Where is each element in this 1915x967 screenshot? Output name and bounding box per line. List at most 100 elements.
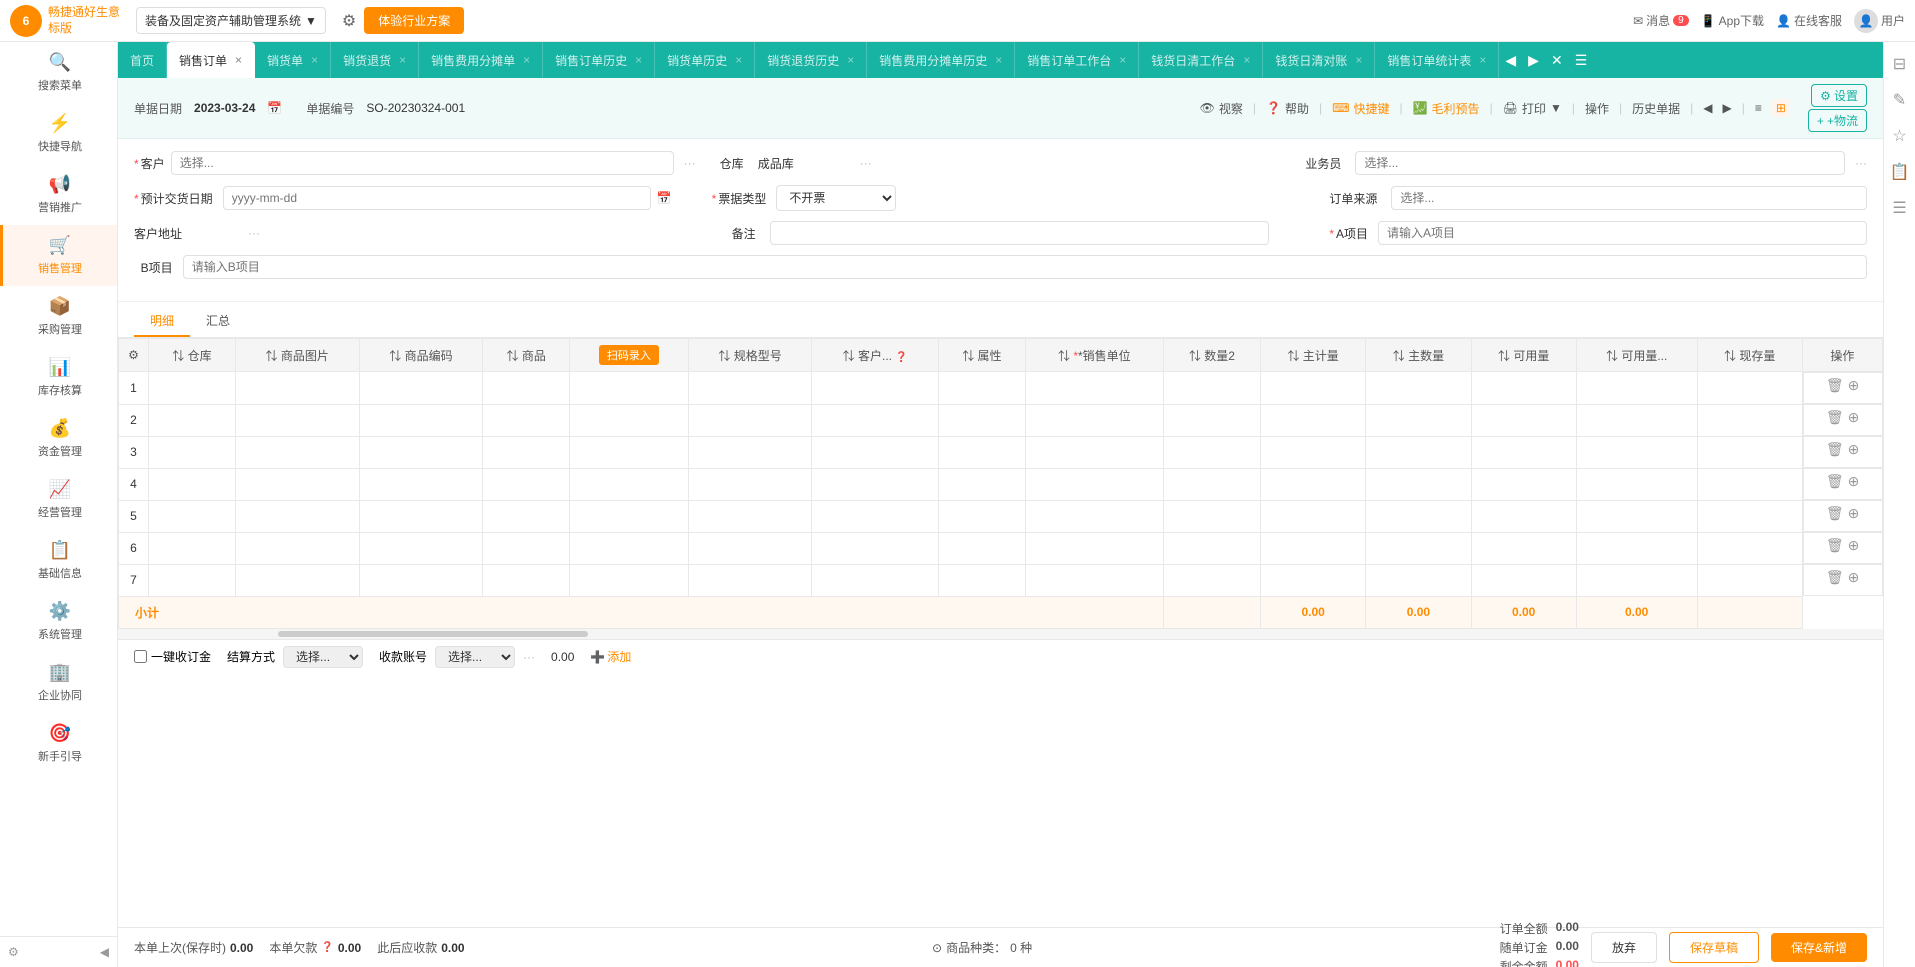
right-icon-3[interactable]: ☆	[1888, 122, 1910, 150]
right-icon-2[interactable]: ✎	[1889, 86, 1910, 114]
invoice-type-select[interactable]: 不开票	[776, 185, 896, 211]
a-project-input[interactable]	[1378, 221, 1867, 245]
tab-close-icon[interactable]: ×	[523, 53, 530, 67]
copy-icon[interactable]: ⊕	[1848, 569, 1860, 591]
tab-close-icon[interactable]: ×	[847, 53, 854, 67]
expected-date-input[interactable]	[223, 186, 651, 210]
right-icon-1[interactable]: ⊟	[1889, 50, 1910, 78]
copy-icon[interactable]: ⊕	[1848, 441, 1860, 463]
tab-close-icon[interactable]: ×	[235, 53, 242, 67]
save-new-button[interactable]: 保存&新增	[1771, 933, 1867, 962]
tab-sales-order-history[interactable]: 销售订单历史 ×	[543, 42, 655, 78]
sidebar-item-inventory[interactable]: 📊 库存核算	[0, 347, 117, 408]
tab-detail[interactable]: 明细	[134, 306, 190, 337]
tab-next-button[interactable]: ▶	[1522, 52, 1545, 69]
receipt-more-button[interactable]: ···	[523, 650, 535, 664]
help-button[interactable]: ❓ 帮助	[1266, 100, 1309, 117]
tab-sales-summary[interactable]: 销售订单统计表 ×	[1375, 42, 1499, 78]
sidebar-item-quicknav[interactable]: ⚡ 快捷导航	[0, 103, 117, 164]
tab-sales-fee-split[interactable]: 销售费用分摊单 ×	[419, 42, 543, 78]
sidebar-item-search[interactable]: 🔍 搜索菜单	[0, 42, 117, 103]
tab-cash-reconciliation[interactable]: 钱货日清对账 ×	[1263, 42, 1375, 78]
scroll-bar-area[interactable]	[118, 629, 1883, 639]
sidebar-item-operations[interactable]: 📈 经营管理	[0, 469, 117, 530]
date-picker-icon[interactable]: 📅	[657, 191, 672, 205]
settings-button[interactable]: ⚙ 设置	[1811, 84, 1867, 107]
profit-forecast-button[interactable]: 💹 毛利预告	[1413, 100, 1480, 117]
tab-close-icon[interactable]: ×	[399, 53, 406, 67]
salesperson-more-button[interactable]: ···	[1855, 156, 1867, 170]
tab-close-icon[interactable]: ×	[635, 53, 642, 67]
tab-close-icon[interactable]: ×	[995, 53, 1002, 67]
b-project-input[interactable]	[183, 255, 1867, 279]
app-download-button[interactable]: 📱 App下载	[1701, 12, 1764, 29]
col-settings[interactable]: ⚙	[119, 339, 149, 372]
system-title-selector[interactable]: 装备及固定资产辅助管理系统 ▼	[136, 7, 326, 34]
copy-icon[interactable]: ⊕	[1848, 409, 1860, 431]
tab-close-all-button[interactable]: ✕	[1545, 52, 1569, 69]
grid-view-button[interactable]: ≡	[1755, 101, 1762, 115]
tab-sales-fee-history[interactable]: 销售费用分摊单历史 ×	[867, 42, 1015, 78]
tab-cash-daily-workbench[interactable]: 钱货日清工作台 ×	[1139, 42, 1263, 78]
sidebar-item-sales[interactable]: 🛒 销售管理	[0, 225, 117, 286]
copy-icon[interactable]: ⊕	[1848, 473, 1860, 495]
tab-sales-return[interactable]: 销货单 ×	[255, 42, 331, 78]
full-view-button[interactable]: ⊞	[1772, 99, 1790, 117]
print-dropdown-icon[interactable]: ▼	[1550, 101, 1562, 115]
tab-close-icon[interactable]: ×	[311, 53, 318, 67]
save-draft-button[interactable]: 保存草稿	[1669, 932, 1759, 963]
delete-icon[interactable]: 🗑	[1826, 441, 1844, 463]
discard-button[interactable]: 放弃	[1591, 932, 1657, 963]
calendar-icon[interactable]: 📅	[267, 101, 282, 115]
right-icon-4[interactable]: 📋	[1886, 158, 1914, 186]
operations-button[interactable]: 操作	[1585, 100, 1609, 117]
tab-menu-button[interactable]: ☰	[1569, 52, 1594, 69]
view-button[interactable]: 👁 视察	[1200, 100, 1243, 117]
messages-button[interactable]: ✉ 消息 9	[1633, 12, 1689, 29]
delete-icon[interactable]: 🗑	[1826, 569, 1844, 591]
sidebar-item-guide[interactable]: 🎯 新手引导	[0, 713, 117, 774]
salesperson-input[interactable]	[1355, 151, 1845, 175]
shortcut-button[interactable]: ⌨ 快捷键	[1332, 100, 1389, 117]
customer-more-button[interactable]: ···	[684, 156, 696, 170]
user-menu-button[interactable]: 👤 用户	[1854, 9, 1905, 33]
tab-close-icon[interactable]: ×	[1119, 53, 1126, 67]
tab-close-icon[interactable]: ×	[1243, 53, 1250, 67]
sidebar-item-system[interactable]: ⚙️ 系统管理	[0, 591, 117, 652]
delete-icon[interactable]: 🗑	[1826, 537, 1844, 559]
sidebar-item-enterprise[interactable]: 🏢 企业协同	[0, 652, 117, 713]
next-record-button[interactable]: ▶	[1722, 101, 1731, 115]
prev-record-button[interactable]: ◀	[1703, 101, 1712, 115]
tab-home[interactable]: 首页	[118, 42, 167, 78]
delete-icon[interactable]: 🗑	[1826, 377, 1844, 399]
warehouse-more-button[interactable]: ···	[860, 156, 872, 170]
delete-icon[interactable]: 🗑	[1826, 505, 1844, 527]
customer-input[interactable]	[171, 151, 674, 175]
sidebar-item-basic[interactable]: 📋 基础信息	[0, 530, 117, 591]
tab-prev-button[interactable]: ◀	[1499, 52, 1522, 69]
tab-sales-return-history[interactable]: 销货单历史 ×	[655, 42, 755, 78]
order-source-input[interactable]	[1391, 186, 1867, 210]
tab-close-icon[interactable]: ×	[1355, 53, 1362, 67]
tab-close-icon[interactable]: ×	[1479, 53, 1486, 67]
sidebar-item-finance[interactable]: 💰 资金管理	[0, 408, 117, 469]
payment-method-select[interactable]: 选择...	[283, 646, 363, 668]
print-button[interactable]: 🖨 打印 ▼	[1503, 100, 1562, 117]
industry-solution-button[interactable]: 体验行业方案	[364, 7, 464, 34]
tab-sales-order-workbench[interactable]: 销售订单工作台 ×	[1015, 42, 1139, 78]
right-icon-5[interactable]: ☰	[1888, 194, 1910, 222]
history-button[interactable]: 历史单据	[1632, 100, 1680, 117]
copy-icon[interactable]: ⊕	[1848, 505, 1860, 527]
tab-summary[interactable]: 汇总	[190, 306, 246, 337]
copy-icon[interactable]: ⊕	[1848, 537, 1860, 559]
sidebar-collapse-icon[interactable]: ◀	[100, 945, 109, 959]
scan-button[interactable]: 扫码录入	[599, 345, 659, 365]
add-item-button[interactable]: + +物流	[1808, 109, 1867, 132]
tab-close-icon[interactable]: ×	[735, 53, 742, 67]
sidebar-item-marketing[interactable]: 📢 营销推广	[0, 164, 117, 225]
help-icon-small[interactable]: ❓	[895, 352, 907, 363]
copy-icon[interactable]: ⊕	[1848, 377, 1860, 399]
help-icon[interactable]: ❓	[321, 942, 333, 953]
add-button[interactable]: ➕ 添加	[590, 648, 631, 665]
sidebar-item-purchase[interactable]: 📦 采购管理	[0, 286, 117, 347]
